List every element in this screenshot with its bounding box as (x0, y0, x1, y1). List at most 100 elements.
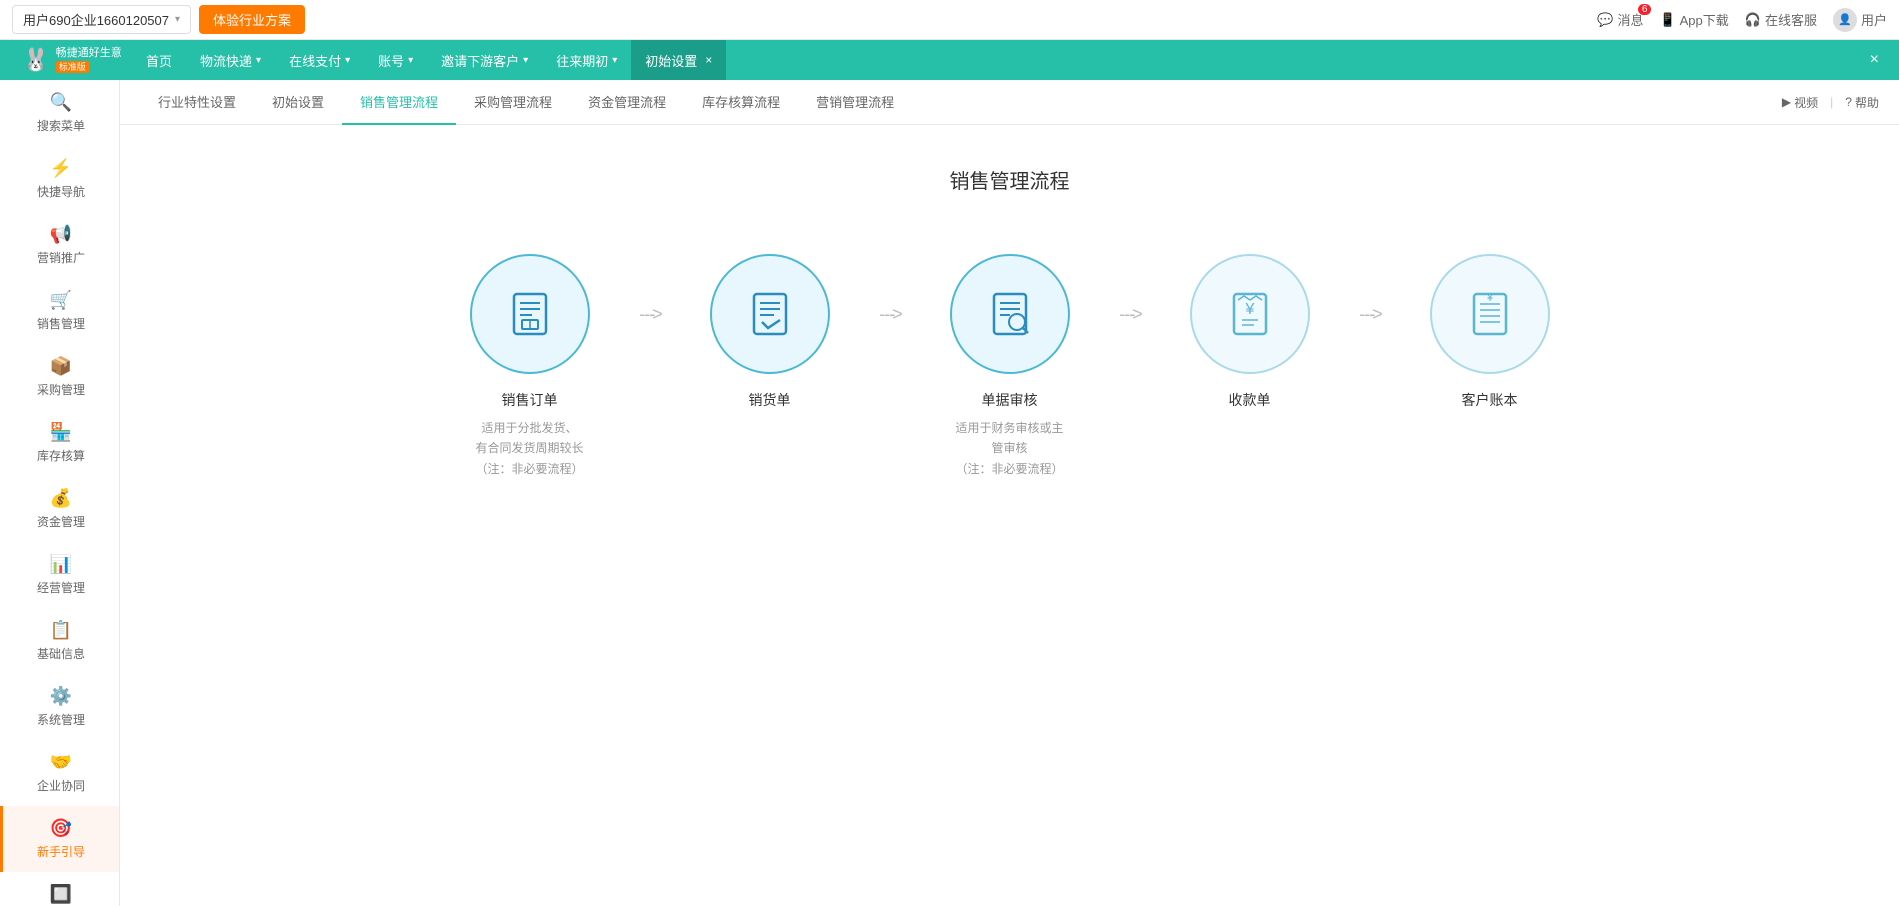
customer-ledger-label: 客户账本 (1462, 390, 1518, 410)
sub-tab-init[interactable]: 初始设置 (254, 80, 342, 125)
sub-tab-finance-flow[interactable]: 资金管理流程 (570, 80, 684, 125)
svg-text:¥: ¥ (1485, 292, 1493, 304)
svg-text:¥: ¥ (1244, 301, 1254, 318)
top-bar: 用户690企业1660120507 ▾ 体验行业方案 💬 消息 6 📱 App下… (0, 0, 1899, 40)
audit-desc: 适用于财务审核或主管审核（注：非必要流程） (955, 418, 1063, 479)
user-label: 用户690企业1660120507 (23, 10, 169, 29)
nav-global-close[interactable]: × (1862, 51, 1887, 69)
sub-tab-industry[interactable]: 行业特性设置 (140, 80, 254, 125)
sub-tab-purchase-flow[interactable]: 采购管理流程 (456, 80, 570, 125)
user-avatar[interactable]: 👤 用户 (1833, 8, 1887, 32)
sidebar: 🔍 搜索菜单 ⚡ 快捷导航 📢 营销推广 🛒 销售管理 📦 采购管理 🏪 库存核… (0, 80, 120, 906)
sidebar-item-search[interactable]: 🔍 搜索菜单 (0, 80, 119, 146)
layout: 🔍 搜索菜单 ⚡ 快捷导航 📢 营销推广 🛒 销售管理 📦 采购管理 🏪 库存核… (0, 80, 1899, 906)
headset-icon: 🎧 (1745, 12, 1761, 28)
flow-arrow-4: - - -> (1340, 254, 1400, 325)
sub-tab-marketing-flow[interactable]: 营销管理流程 (798, 80, 912, 125)
flow-area: 销售管理流程 销售订单 适用于 (120, 125, 1899, 519)
finance-icon: 💰 (50, 488, 72, 509)
search-icon: 🔍 (50, 92, 72, 113)
flow-steps: 销售订单 适用于分批发货、有合同发货周期较长（注：非必要流程） - - -> (180, 254, 1839, 479)
nav-item-home[interactable]: 首页 (132, 40, 186, 80)
app-download-button[interactable]: 📱 App下载 (1659, 10, 1728, 29)
sidebar-item-inventory[interactable]: 🏪 库存核算 (0, 410, 119, 476)
sidebar-item-basic[interactable]: 📋 基础信息 (0, 608, 119, 674)
sales-invoice-label: 销货单 (749, 390, 791, 410)
nav-arrow: ▾ (345, 55, 350, 66)
sidebar-item-sales[interactable]: 🛒 销售管理 (0, 278, 119, 344)
flow-circle-audit (950, 254, 1070, 374)
top-bar-right: 💬 消息 6 📱 App下载 🎧 在线客服 👤 用户 (1597, 8, 1887, 32)
flow-step-sales-order[interactable]: 销售订单 适用于分批发货、有合同发货周期较长（注：非必要流程） (440, 254, 620, 479)
sales-order-desc: 适用于分批发货、有合同发货周期较长（注：非必要流程） (475, 418, 583, 479)
flow-step-sales-invoice[interactable]: 销货单 (680, 254, 860, 418)
sales-order-icon (504, 288, 556, 340)
sub-tabs: 行业特性设置 初始设置 销售管理流程 采购管理流程 资金管理流程 库存核算流程 … (120, 80, 1899, 125)
inventory-icon: 🏪 (50, 422, 72, 443)
flow-circle-sales-order (470, 254, 590, 374)
marketing-icon: 📢 (50, 224, 72, 245)
messages-button[interactable]: 💬 消息 6 (1597, 10, 1643, 29)
nav-item-invite[interactable]: 邀请下游客户▾ (427, 40, 542, 80)
main-content: 行业特性设置 初始设置 销售管理流程 采购管理流程 资金管理流程 库存核算流程 … (120, 80, 1899, 906)
sidebar-item-marketing[interactable]: 📢 营销推广 (0, 212, 119, 278)
sidebar-item-guide[interactable]: 🎯 新手引导 (0, 806, 119, 872)
flow-step-customer-ledger[interactable]: ¥ 客户账本 (1400, 254, 1580, 418)
user-dropdown-arrow: ▾ (175, 14, 180, 25)
sidebar-item-finance[interactable]: 💰 资金管理 (0, 476, 119, 542)
sidebar-item-system[interactable]: ⚙️ 系统管理 (0, 674, 119, 740)
sub-tabs-right: ▶ 视频 | ? 帮助 (1782, 94, 1879, 111)
receipt-icon: ¥ (1224, 288, 1276, 340)
apps-icon: 🔲 (50, 884, 72, 905)
quick-nav-icon: ⚡ (50, 158, 72, 179)
flow-circle-customer-ledger: ¥ (1430, 254, 1550, 374)
sub-tab-inventory-flow[interactable]: 库存核算流程 (684, 80, 798, 125)
purchase-icon: 📦 (50, 356, 72, 377)
nav-item-history[interactable]: 往来期初▾ (542, 40, 631, 80)
flow-step-receipt[interactable]: ¥ 收款单 (1160, 254, 1340, 418)
basic-icon: 📋 (50, 620, 72, 641)
nav-item-payment[interactable]: 在线支付▾ (275, 40, 364, 80)
logo-badge: 标准版 (56, 61, 89, 73)
operations-icon: 📊 (50, 554, 72, 575)
nav-item-account[interactable]: 账号▾ (364, 40, 427, 80)
nav-arrow: ▾ (612, 55, 617, 66)
user-selector[interactable]: 用户690企业1660120507 ▾ (12, 5, 191, 34)
video-link[interactable]: ▶ 视频 (1782, 94, 1818, 111)
trial-button[interactable]: 体验行业方案 (199, 5, 305, 34)
play-icon: ▶ (1782, 95, 1791, 109)
guide-icon: 🎯 (50, 818, 72, 839)
online-service-button[interactable]: 🎧 在线客服 (1745, 10, 1817, 29)
nav-arrow: ▾ (408, 55, 413, 66)
messages-badge: 6 (1638, 4, 1652, 15)
audit-icon (984, 288, 1036, 340)
nav-close-icon: × (705, 53, 712, 67)
sales-order-label: 销售订单 (502, 390, 558, 410)
flow-step-audit[interactable]: 单据审核 适用于财务审核或主管审核（注：非必要流程） (920, 254, 1100, 479)
flow-circle-receipt: ¥ (1190, 254, 1310, 374)
nav-item-init-settings[interactable]: 初始设置 × (631, 40, 726, 80)
sub-tab-sales-flow[interactable]: 销售管理流程 (342, 80, 456, 125)
sidebar-item-operations[interactable]: 📊 经营管理 (0, 542, 119, 608)
message-icon: 💬 (1597, 12, 1613, 28)
logo-line1: 畅捷通好生意 (56, 46, 122, 60)
sales-icon: 🛒 (50, 290, 72, 311)
help-link[interactable]: ? 帮助 (1845, 94, 1879, 111)
top-bar-left: 用户690企业1660120507 ▾ 体验行业方案 (12, 5, 305, 34)
avatar: 👤 (1833, 8, 1857, 32)
sub-tabs-left: 行业特性设置 初始设置 销售管理流程 采购管理流程 资金管理流程 库存核算流程 … (140, 80, 912, 125)
sidebar-item-cooperation[interactable]: 🤝 企业协同 (0, 740, 119, 806)
sales-invoice-icon (744, 288, 796, 340)
customer-ledger-icon: ¥ (1464, 288, 1516, 340)
sidebar-item-purchase[interactable]: 📦 采购管理 (0, 344, 119, 410)
nav-item-logistics[interactable]: 物流快递▾ (186, 40, 275, 80)
flow-arrow-3: - - -> (1100, 254, 1160, 325)
sidebar-item-apps[interactable]: 🔲 应用中心 (0, 872, 119, 906)
sidebar-item-quick[interactable]: ⚡ 快捷导航 (0, 146, 119, 212)
cooperation-icon: 🤝 (50, 752, 72, 773)
receipt-label: 收款单 (1229, 390, 1271, 410)
flow-arrow-1: - - -> (620, 254, 680, 325)
help-icon: ? (1845, 95, 1852, 109)
flow-arrow-2: - - -> (860, 254, 920, 325)
audit-label: 单据审核 (982, 390, 1038, 410)
